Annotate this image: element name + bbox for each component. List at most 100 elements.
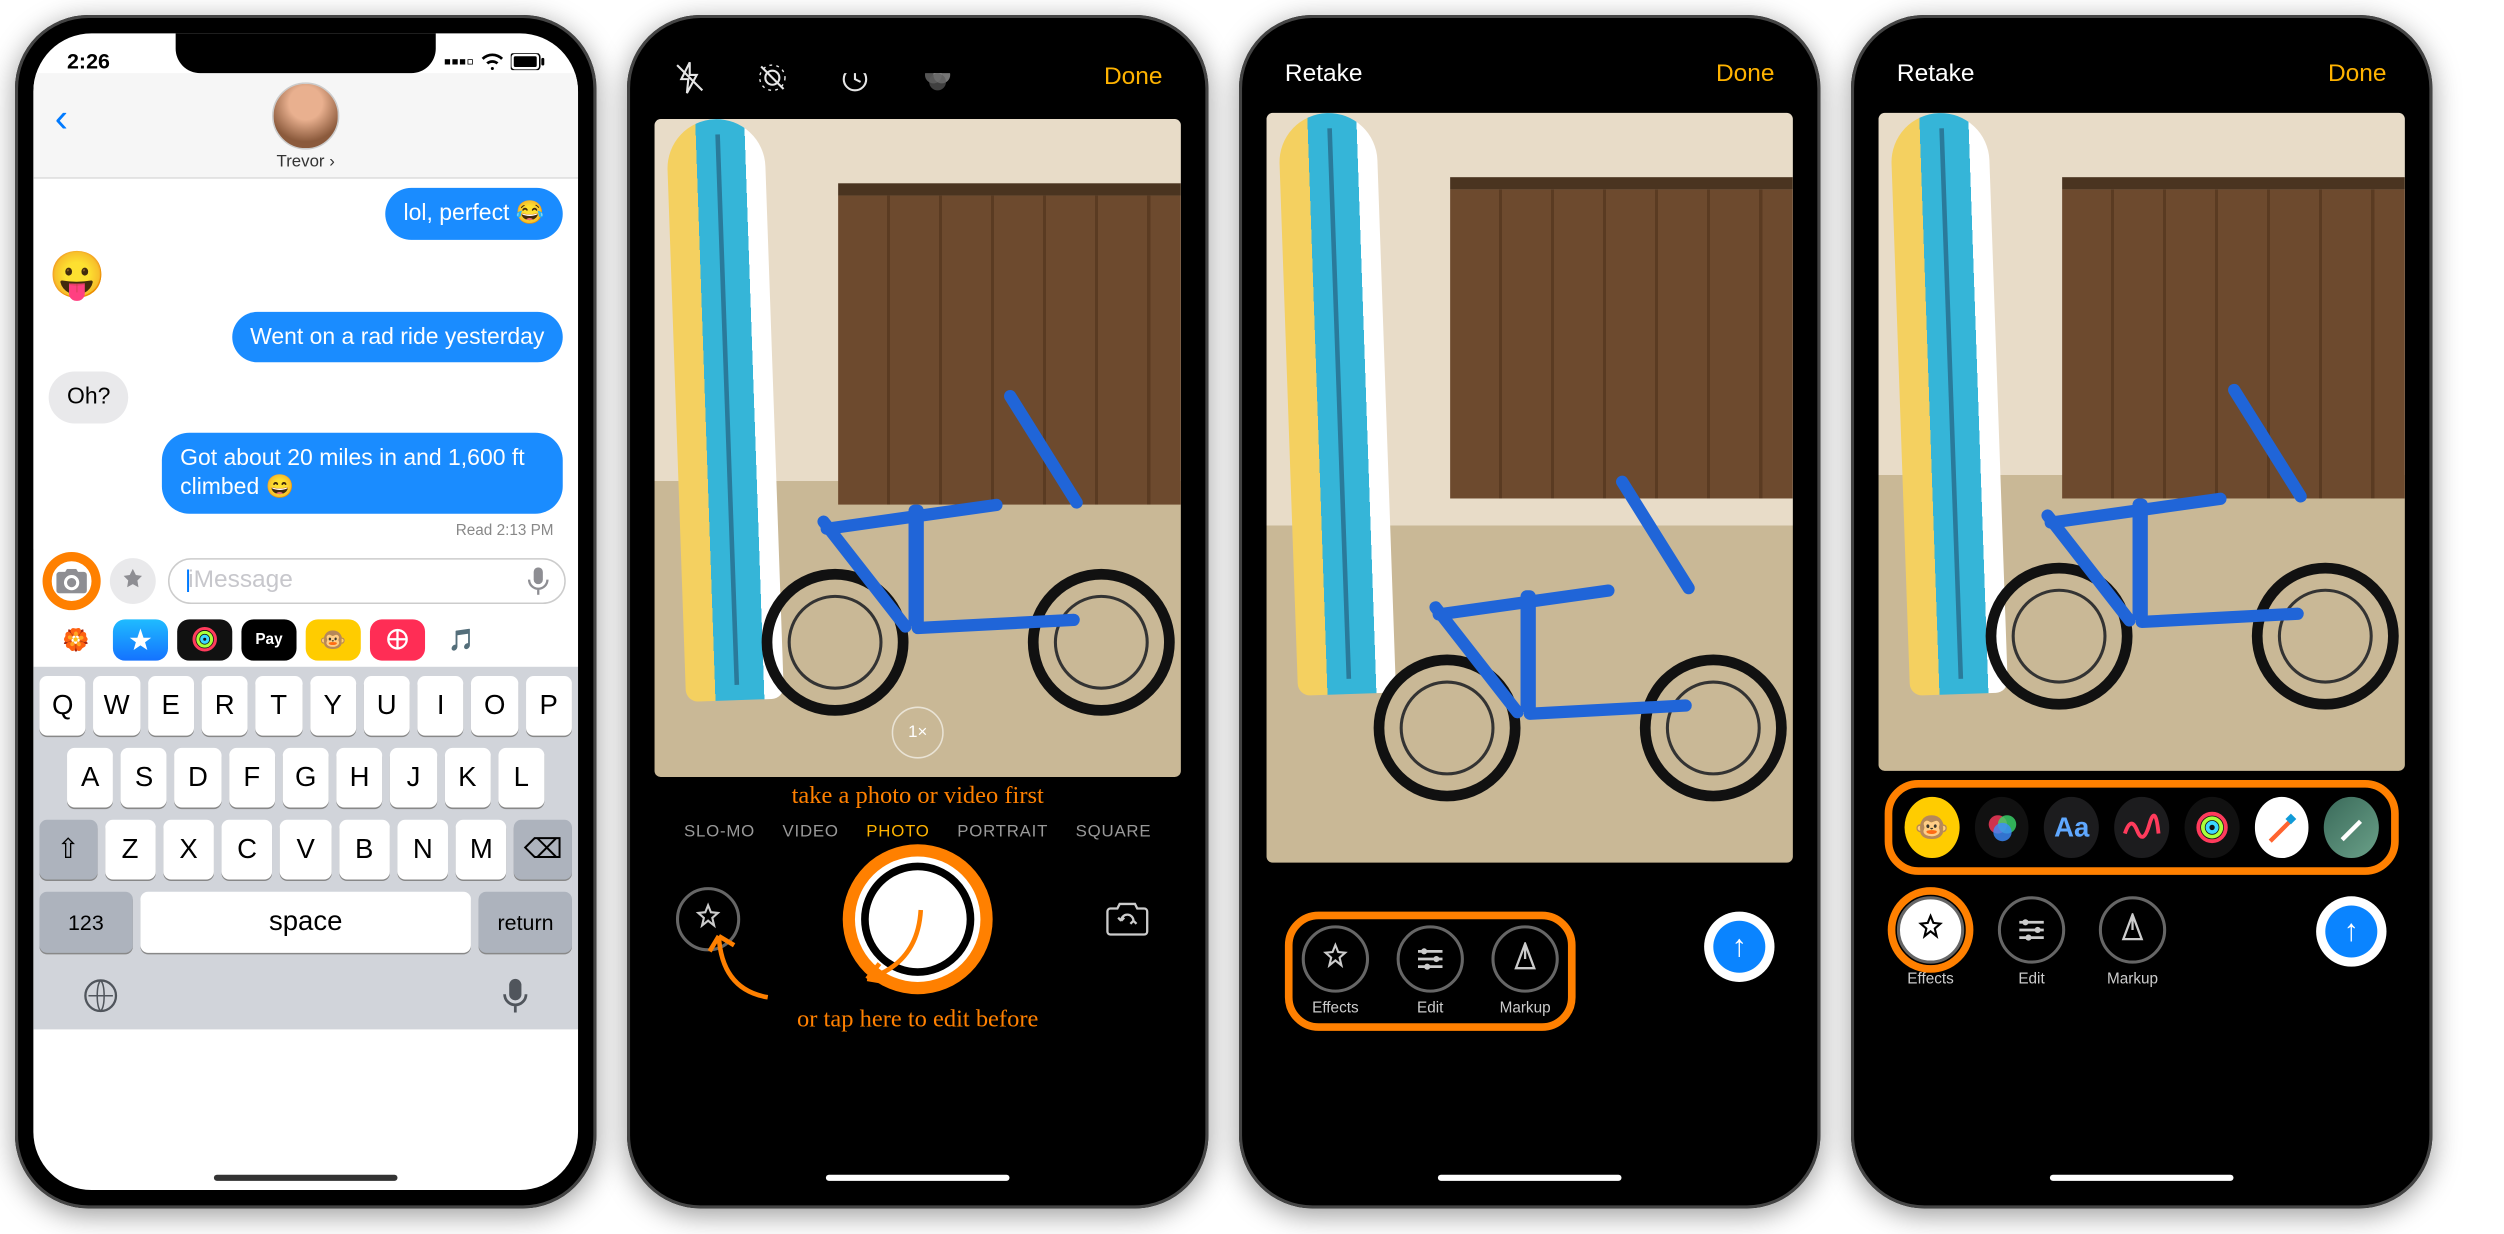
key-x[interactable]: X [163,819,214,879]
home-indicator[interactable] [214,1175,398,1181]
highlighted-tools: Effects Edit Markup [1285,912,1576,1031]
key-g[interactable]: G [283,747,329,807]
mode-photo[interactable]: PHOTO [866,823,929,841]
app-store-button[interactable] [110,557,156,603]
live-photo-icon[interactable] [756,61,790,95]
key-q[interactable]: Q [40,675,86,735]
home-indicator[interactable] [826,1175,1010,1181]
key-o[interactable]: O [472,675,518,735]
key-c[interactable]: C [222,819,273,879]
key-v[interactable]: V [280,819,331,879]
message-out[interactable]: Went on a rad ride yesterday [232,311,563,362]
messages-header: ‹ Trevor › [33,73,578,179]
dictate-icon[interactable] [528,567,549,595]
key-k[interactable]: K [444,747,490,807]
home-indicator[interactable] [2050,1175,2234,1181]
phone-photo-review: Retake Done Effects [1239,15,1820,1208]
back-button[interactable]: ‹ [55,95,68,142]
done-button[interactable]: Done [2328,61,2387,89]
activity-app-icon[interactable] [177,619,232,660]
retake-button[interactable]: Retake [1897,61,1975,89]
done-button[interactable]: Done [1104,64,1163,92]
markup-tool[interactable]: Markup [2099,896,2166,988]
key-j[interactable]: J [390,747,436,807]
key-b[interactable]: B [339,819,390,879]
camera-modes[interactable]: SLO-MO VIDEO PHOTO PORTRAIT SQUARE [645,823,1190,841]
send-button[interactable]: ↑ [2316,896,2386,966]
key-u[interactable]: U [364,675,410,735]
space-key[interactable]: space [140,891,472,952]
backspace-key[interactable]: ⌫ [514,819,571,879]
photo-preview[interactable] [1878,113,2404,771]
photos-app-icon[interactable]: 🏵️ [49,619,104,660]
battery-icon [511,52,545,69]
camera-viewport[interactable]: 1× [655,119,1181,777]
key-y[interactable]: Y [310,675,356,735]
numbers-key[interactable]: 123 [39,891,132,952]
mode-slomo[interactable]: SLO-MO [684,823,755,841]
message-in[interactable]: Oh? [49,371,129,422]
fx-sketch[interactable] [2254,797,2309,858]
flash-icon[interactable] [673,61,707,95]
keyboard[interactable]: QWERTYUIOP ASDFGHJKL ⇧ ZXCVBNM ⌫ 123 spa… [33,666,578,1029]
message-out[interactable]: Got about 20 miles in and 1,600 ft climb… [162,432,563,513]
emoji-keyboard-icon[interactable] [82,977,119,1014]
key-m[interactable]: M [456,819,507,879]
key-l[interactable]: L [498,747,544,807]
effects-tool[interactable]: Effects [1302,925,1369,1017]
key-r[interactable]: R [202,675,248,735]
fx-paint[interactable] [2324,797,2379,858]
contact-name[interactable]: Trevor › [33,153,578,171]
music-app-icon[interactable]: 🎵 [434,619,489,660]
animoji-app-icon[interactable]: 🐵 [306,619,361,660]
send-button[interactable]: ↑ [1704,912,1774,982]
phone-camera-capture: Done 1× take a photo or video first SLO-… [627,15,1208,1208]
photo-preview[interactable] [1267,113,1793,863]
edit-tool[interactable]: Edit [1397,925,1464,1017]
message-input[interactable]: |iMessage [168,557,566,603]
mode-portrait[interactable]: PORTRAIT [957,823,1048,841]
done-button[interactable]: Done [1716,61,1775,89]
key-s[interactable]: S [121,747,167,807]
key-z[interactable]: Z [105,819,156,879]
key-a[interactable]: A [67,747,113,807]
key-e[interactable]: E [148,675,194,735]
signal-icon: ▪▪▪▫ [444,49,474,73]
mode-video[interactable]: VIDEO [783,823,839,841]
key-w[interactable]: W [94,675,140,735]
dictate-keyboard-icon[interactable] [502,977,530,1014]
fx-animoji[interactable]: 🐵 [1905,797,1960,858]
shift-key[interactable]: ⇧ [39,819,96,879]
key-n[interactable]: N [397,819,448,879]
fx-shapes[interactable] [2114,797,2169,858]
key-i[interactable]: I [418,675,464,735]
appstore-app-icon[interactable] [113,619,168,660]
applepay-app-icon[interactable]: Pay [241,619,296,660]
key-f[interactable]: F [229,747,275,807]
flip-camera-button[interactable] [1095,887,1159,951]
digital-touch-app-icon[interactable] [370,619,425,660]
fx-text[interactable]: Aa [2044,797,2099,858]
key-t[interactable]: T [256,675,302,735]
fx-filters[interactable] [1974,797,2029,858]
retake-button[interactable]: Retake [1285,61,1363,89]
effects-tool[interactable]: Effects [1897,896,1964,988]
key-p[interactable]: P [526,675,572,735]
message-emoji[interactable]: 😛 [49,248,106,302]
camera-button[interactable] [46,554,98,606]
zoom-badge[interactable]: 1× [892,707,944,759]
key-h[interactable]: H [336,747,382,807]
wifi-icon [480,52,504,70]
message-thread[interactable]: lol, perfect 😂 😛 Went on a rad ride yest… [33,179,578,548]
message-out[interactable]: lol, perfect 😂 [385,188,563,239]
return-key[interactable]: return [479,891,572,952]
annotation-text: take a photo or video first [645,783,1190,811]
app-strip[interactable]: 🏵️ Pay 🐵 🎵 [33,612,578,666]
fx-activity[interactable] [2184,797,2239,858]
home-indicator[interactable] [1438,1175,1622,1181]
contact-avatar[interactable] [272,82,339,149]
markup-tool[interactable]: Markup [1491,925,1558,1017]
key-d[interactable]: D [175,747,221,807]
edit-tool[interactable]: Edit [1998,896,2065,988]
mode-square[interactable]: SQUARE [1076,823,1152,841]
